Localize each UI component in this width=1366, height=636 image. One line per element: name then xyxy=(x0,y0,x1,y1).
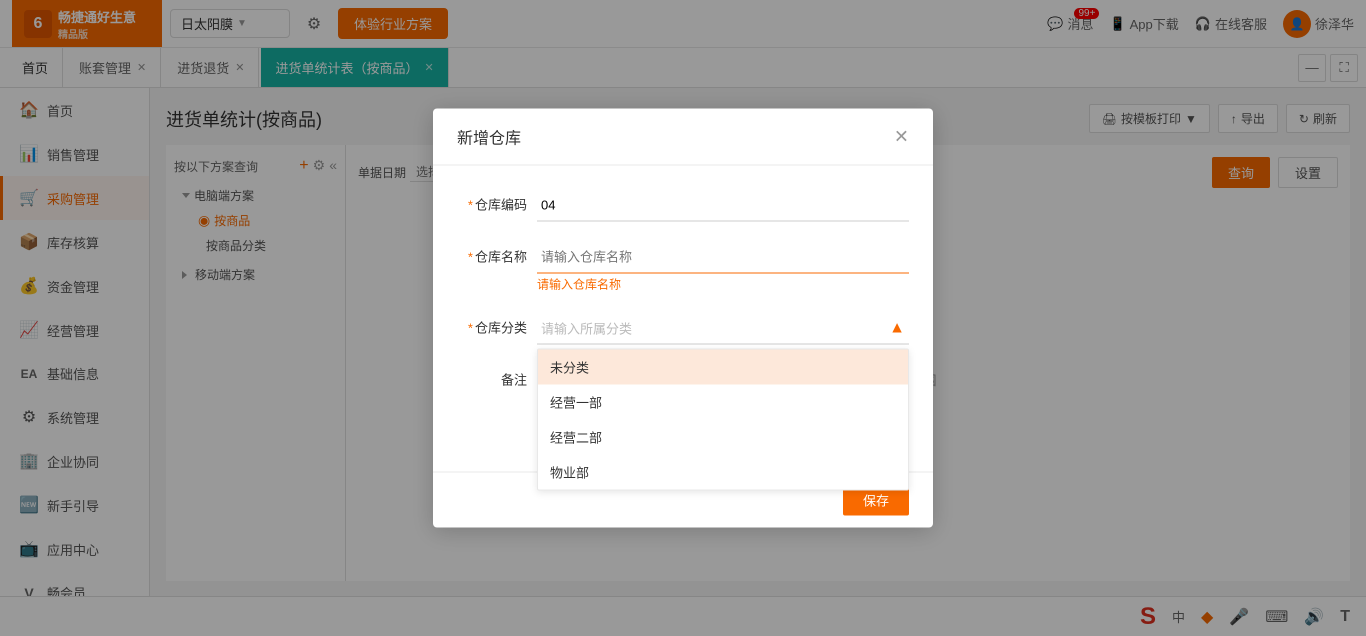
dropdown-item-dept1[interactable]: 经营一部 xyxy=(538,385,908,420)
category-dropdown-menu: 未分类 经营一部 经营二部 物业部 xyxy=(537,349,909,491)
warehouse-category-label: 仓库分类 xyxy=(457,313,537,345)
dropdown-item-dept2[interactable]: 经营二部 xyxy=(538,420,908,455)
dropdown-item-property[interactable]: 物业部 xyxy=(538,455,908,490)
warehouse-category-trigger[interactable]: 请输入所属分类 ▲ xyxy=(537,313,909,345)
new-warehouse-dialog: 新增仓库 ✕ 仓库编码 仓库名称 请输入仓库名称 仓库分类 请输入所属分类 ▲ xyxy=(433,109,933,528)
dialog-close-button[interactable]: ✕ xyxy=(894,126,909,147)
warehouse-name-error: 请输入仓库名称 xyxy=(537,276,909,293)
warehouse-code-label: 仓库编码 xyxy=(457,190,537,222)
warehouse-name-control: 请输入仓库名称 xyxy=(537,242,909,293)
category-arrow-icon: ▲ xyxy=(889,319,905,337)
warehouse-name-input[interactable] xyxy=(537,242,909,274)
remark-label: 备注 xyxy=(457,365,537,397)
warehouse-code-input[interactable] xyxy=(537,190,909,222)
category-placeholder: 请输入所属分类 xyxy=(541,319,632,338)
dialog-body: 仓库编码 仓库名称 请输入仓库名称 仓库分类 请输入所属分类 ▲ xyxy=(433,166,933,472)
warehouse-category-row: 仓库分类 请输入所属分类 ▲ 未分类 经营一部 经营二部 物业部 xyxy=(457,313,909,345)
warehouse-code-row: 仓库编码 xyxy=(457,190,909,222)
dialog-header: 新增仓库 ✕ xyxy=(433,109,933,166)
warehouse-category-control: 请输入所属分类 ▲ 未分类 经营一部 经营二部 物业部 xyxy=(537,313,909,345)
warehouse-name-label: 仓库名称 xyxy=(457,242,537,274)
dialog-title: 新增仓库 xyxy=(457,125,521,149)
warehouse-name-row: 仓库名称 请输入仓库名称 xyxy=(457,242,909,293)
warehouse-code-control xyxy=(537,190,909,222)
dropdown-item-uncategorized[interactable]: 未分类 xyxy=(538,350,908,385)
